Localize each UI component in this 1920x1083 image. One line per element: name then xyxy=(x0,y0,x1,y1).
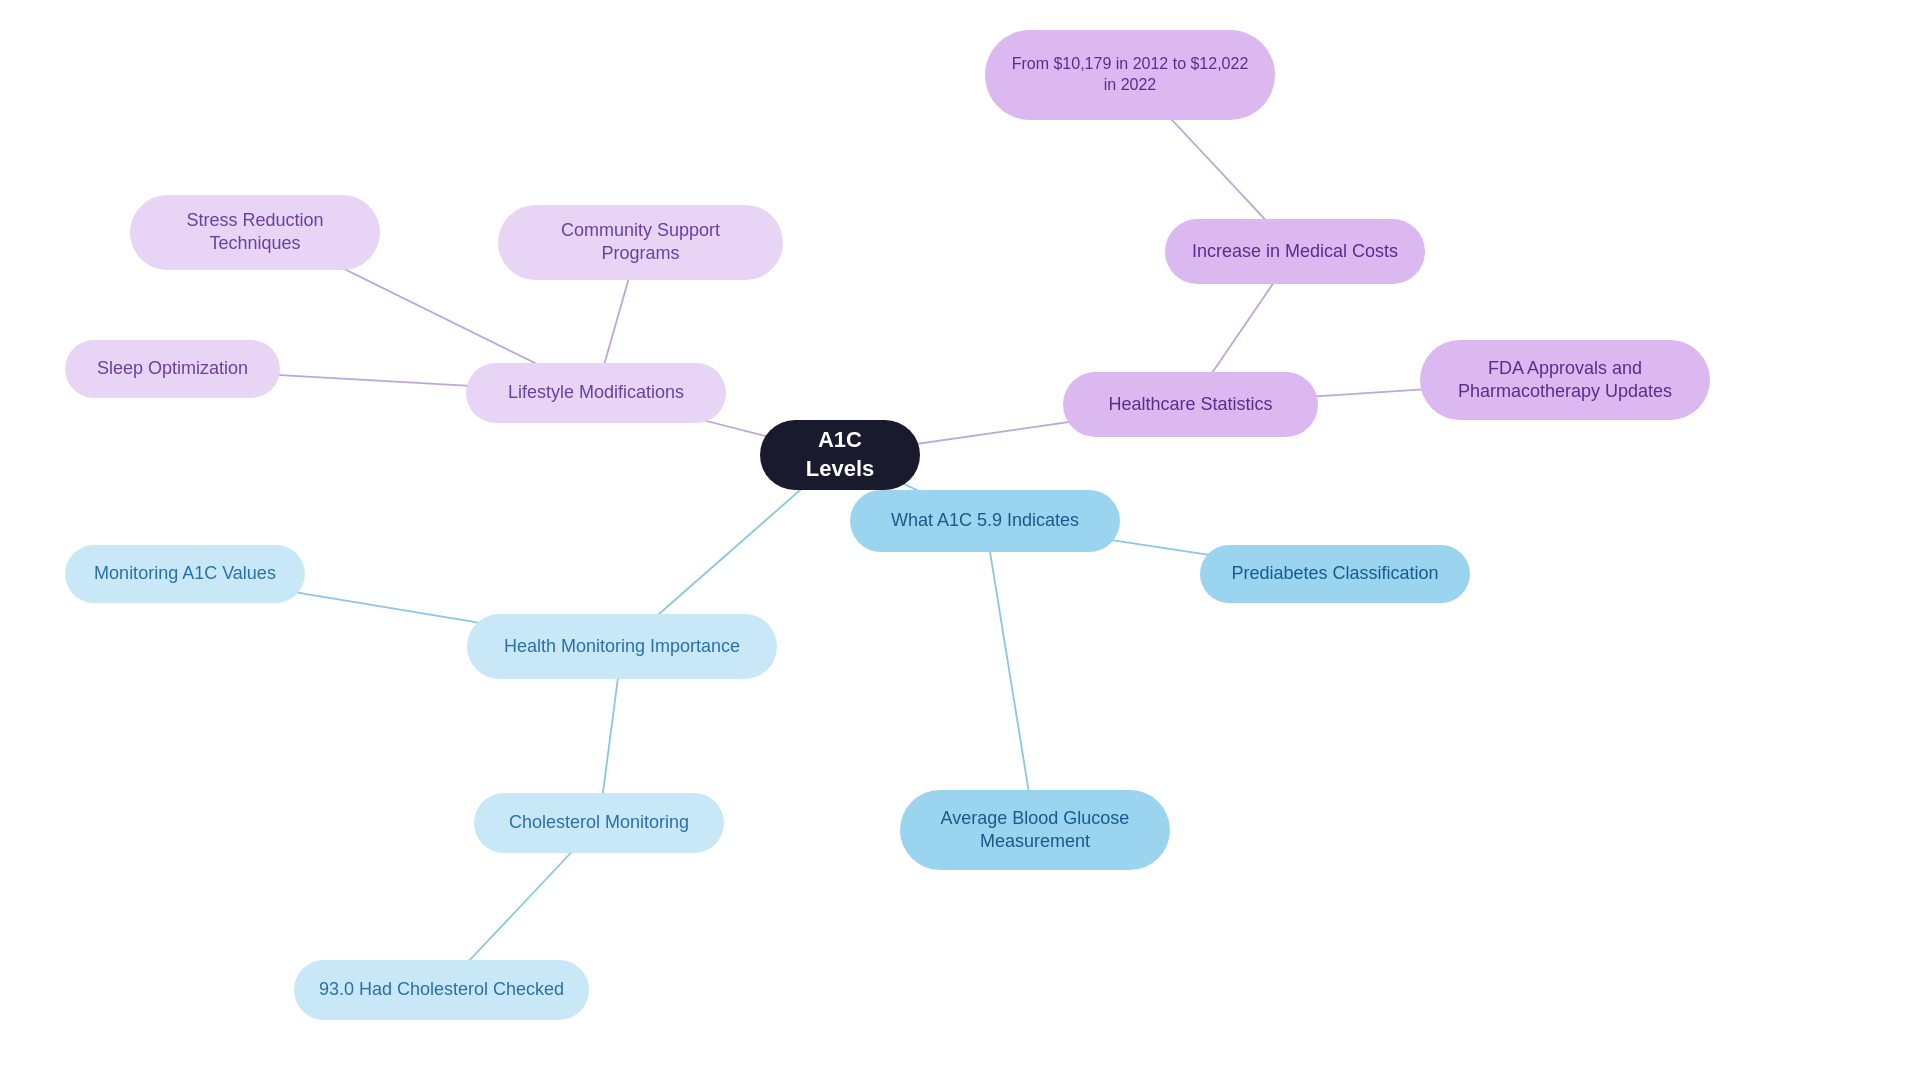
node-healthcare[interactable]: Healthcare Statistics xyxy=(1063,372,1318,437)
node-a1c-59[interactable]: What A1C 5.9 Indicates xyxy=(850,490,1120,552)
svg-line-14 xyxy=(985,521,1035,830)
node-sleep[interactable]: Sleep Optimization xyxy=(65,340,280,398)
node-cost-detail[interactable]: From $10,179 in 2012 to $12,022 in 2022 xyxy=(985,30,1275,120)
node-lifestyle[interactable]: Lifestyle Modifications xyxy=(466,363,726,423)
node-monitoring-a1c[interactable]: Monitoring A1C Values xyxy=(65,545,305,603)
node-avg-glucose[interactable]: Average Blood Glucose Measurement xyxy=(900,790,1170,870)
node-stress[interactable]: Stress Reduction Techniques xyxy=(130,195,380,270)
node-medical-costs[interactable]: Increase in Medical Costs xyxy=(1165,219,1425,284)
node-health-monitoring[interactable]: Health Monitoring Importance xyxy=(467,614,777,679)
node-cholesterol-checked[interactable]: 93.0 Had Cholesterol Checked xyxy=(294,960,589,1020)
center-node[interactable]: A1C Levels xyxy=(760,420,920,490)
node-prediabetes[interactable]: Prediabetes Classification xyxy=(1200,545,1470,603)
node-fda[interactable]: FDA Approvals and Pharmacotherapy Update… xyxy=(1420,340,1710,420)
mindmap-container: A1C Levels Lifestyle Modifications Stress … xyxy=(0,0,1920,1083)
node-community[interactable]: Community Support Programs xyxy=(498,205,783,280)
node-cholesterol-monitoring[interactable]: Cholesterol Monitoring xyxy=(474,793,724,853)
